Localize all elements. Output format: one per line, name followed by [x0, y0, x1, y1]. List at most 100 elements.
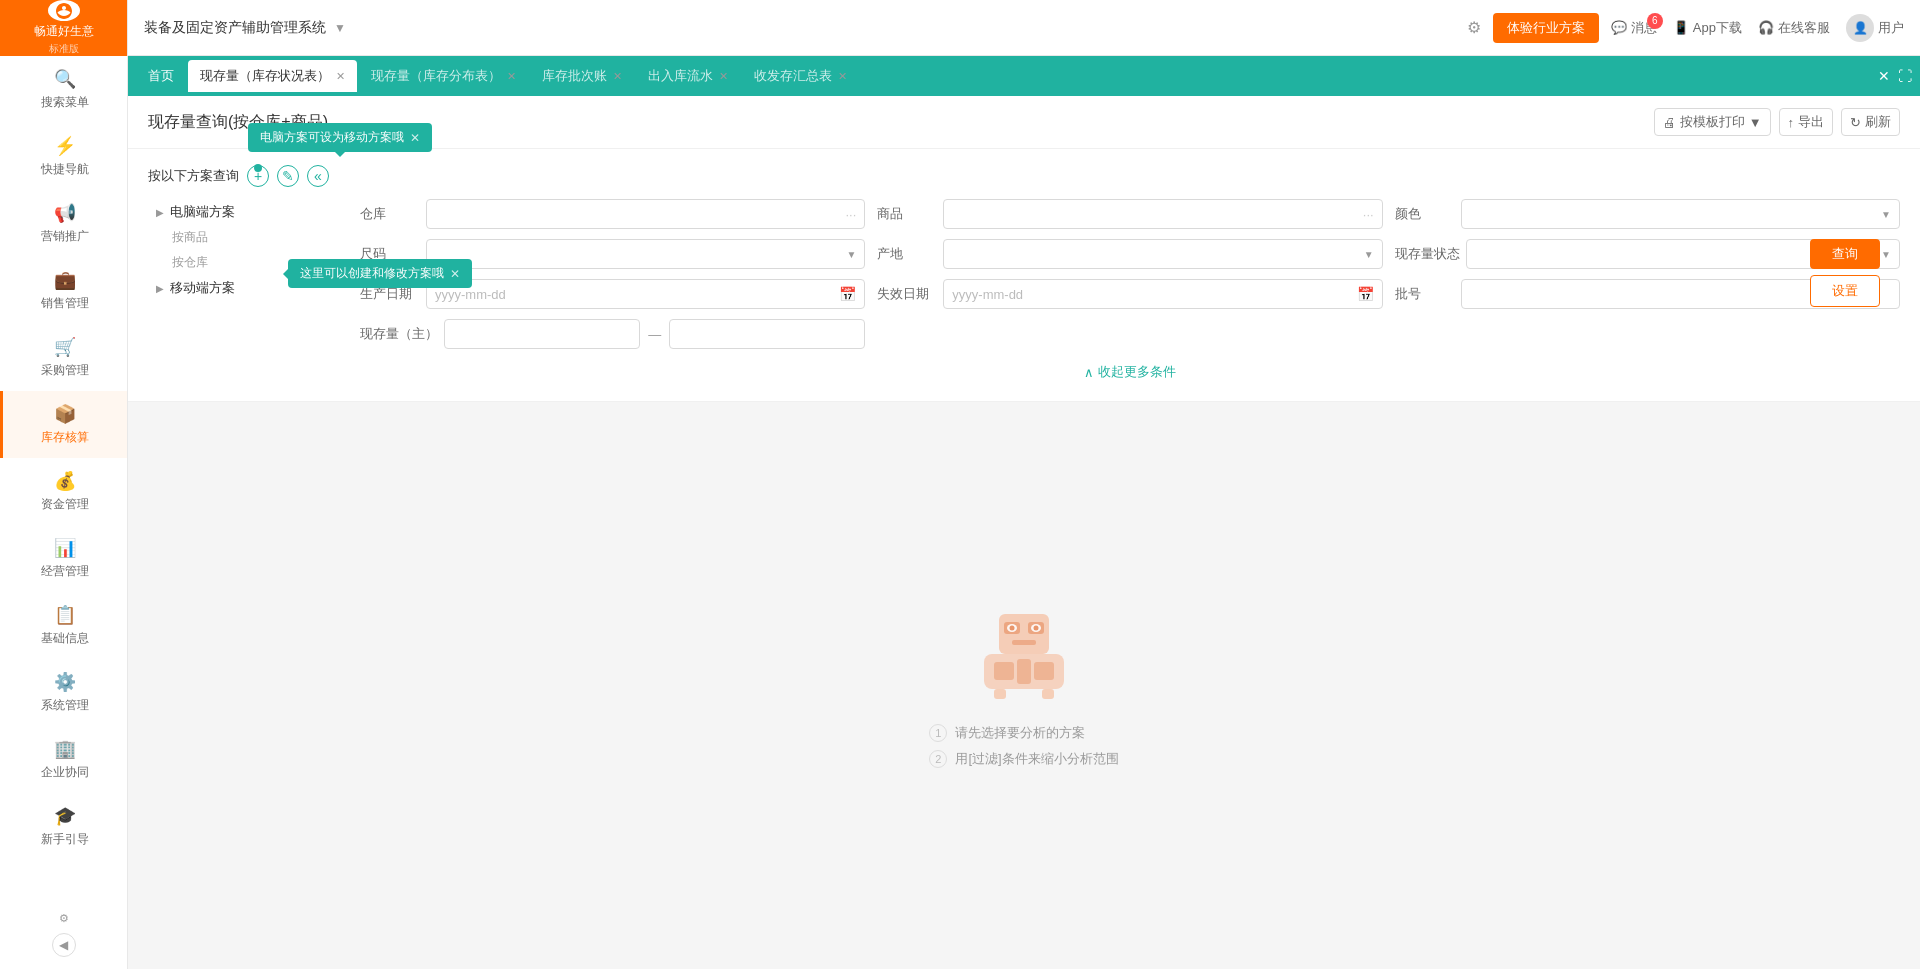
- edit-scheme-btn[interactable]: ✎: [277, 165, 299, 187]
- production-date-calendar-icon: 📅: [839, 286, 856, 302]
- scheme-by-goods[interactable]: 按商品: [164, 225, 328, 250]
- filter-row-3: 生产日期 yyyy-mm-dd 📅 失效日期 yyyy-mm-dd 📅: [360, 279, 1900, 309]
- message-action[interactable]: 💬 消息 6: [1611, 19, 1657, 37]
- origin-chevron: ▼: [1364, 249, 1374, 260]
- logo-text: 畅通好生意: [34, 23, 94, 40]
- basic-icon: 📋: [54, 604, 76, 626]
- warehouse-select[interactable]: ···: [426, 199, 865, 229]
- color-select[interactable]: ▼: [1461, 199, 1900, 229]
- tip-1-text: 请先选择要分析的方案: [955, 724, 1085, 742]
- sidebar-bottom: ⚙ ◀: [0, 900, 127, 969]
- sidebar-item-guide[interactable]: 🎓 新手引导: [0, 793, 127, 860]
- sidebar-item-system[interactable]: ⚙️ 系统管理: [0, 659, 127, 726]
- tab-summary-close[interactable]: ✕: [838, 70, 847, 83]
- goods-select[interactable]: ···: [943, 199, 1382, 229]
- sidebar-item-marketing[interactable]: 📢 营销推广: [0, 190, 127, 257]
- sidebar-item-search[interactable]: 🔍 搜索菜单: [0, 56, 127, 123]
- tooltip-scheme-mobile: 电脑方案可设为移动方案哦 ✕: [248, 123, 432, 152]
- tooltip2-text: 这里可以创建和修改方案哦: [300, 265, 444, 282]
- tab-close-all-icon[interactable]: ✕: [1878, 68, 1890, 84]
- warehouse-more-icon: ···: [845, 207, 856, 222]
- sidebar-item-quicknav-label: 快捷导航: [41, 161, 89, 178]
- tab-home[interactable]: 首页: [136, 67, 186, 85]
- tab-inventory-dist-close[interactable]: ✕: [507, 70, 516, 83]
- stock-main-label: 现存量（主）: [360, 325, 438, 343]
- tree-arrow-mobile: ▶: [156, 283, 164, 294]
- scheme-desktop-label: 电脑端方案: [170, 203, 235, 221]
- filter-row-4: 现存量（主） —: [360, 319, 1900, 349]
- search-btn[interactable]: 查询: [1810, 239, 1880, 269]
- tab-inventory-dist[interactable]: 现存量（库存分布表） ✕: [359, 60, 528, 92]
- app-download-label: App下载: [1693, 19, 1742, 37]
- filter-body: ▶ 电脑端方案 按商品 按仓库 ▶ 移动端方案: [148, 199, 1900, 385]
- goods-more-icon: ···: [1363, 207, 1374, 222]
- expiry-date-label: 失效日期: [877, 285, 937, 303]
- sidebar-item-search-label: 搜索菜单: [41, 94, 89, 111]
- sidebar-item-finance[interactable]: 💰 资金管理: [0, 458, 127, 525]
- sidebar-nav: 🔍 搜索菜单 ⚡ 快捷导航 📢 营销推广 💼 销售管理 🛒 采购管理 📦 库存核…: [0, 56, 127, 900]
- scheme-desktop[interactable]: ▶ 电脑端方案: [148, 199, 328, 225]
- add-scheme-btn[interactable]: +: [247, 165, 269, 187]
- tab-inventory-dist-label: 现存量（库存分布表）: [371, 67, 501, 85]
- size-select[interactable]: ▼: [426, 239, 865, 269]
- tip-num-2: 2: [929, 750, 947, 768]
- collapse-icon: ∧: [1084, 365, 1094, 380]
- more-conditions-btn[interactable]: ∧ 收起更多条件: [1084, 359, 1176, 385]
- dot-indicator: [254, 164, 262, 172]
- experience-btn[interactable]: 体验行业方案: [1493, 13, 1599, 43]
- expiry-date-input[interactable]: yyyy-mm-dd 📅: [943, 279, 1382, 309]
- export-icon: ↑: [1788, 115, 1795, 130]
- print-template-btn[interactable]: 🖨 按模板打印 ▼: [1654, 108, 1771, 136]
- sidebar-item-basic[interactable]: 📋 基础信息: [0, 592, 127, 659]
- filter-color: 颜色 ▼: [1395, 199, 1900, 229]
- sidebar-item-operations[interactable]: 📊 经营管理: [0, 525, 127, 592]
- tab-flow[interactable]: 出入库流水 ✕: [636, 60, 740, 92]
- avatar: 👤: [1846, 14, 1874, 42]
- svg-point-5: [1010, 625, 1015, 630]
- reset-btn[interactable]: 设置: [1810, 275, 1880, 307]
- sidebar-item-quicknav[interactable]: ⚡ 快捷导航: [0, 123, 127, 190]
- tooltip2-close[interactable]: ✕: [450, 267, 460, 281]
- sidebar-item-purchase[interactable]: 🛒 采购管理: [0, 324, 127, 391]
- tab-batch[interactable]: 库存批次账 ✕: [530, 60, 634, 92]
- tooltip1-close[interactable]: ✕: [410, 131, 420, 145]
- tab-inventory-status-close[interactable]: ✕: [336, 70, 345, 83]
- tree-arrow-desktop: ▶: [156, 207, 164, 218]
- more-conditions: ∧ 收起更多条件: [360, 359, 1900, 385]
- tab-summary[interactable]: 收发存汇总表 ✕: [742, 60, 859, 92]
- size-chevron: ▼: [846, 249, 856, 260]
- sidebar-item-enterprise[interactable]: 🏢 企业协同: [0, 726, 127, 793]
- settings-bottom[interactable]: ⚙: [59, 912, 69, 925]
- tab-flow-close[interactable]: ✕: [719, 70, 728, 83]
- range-sep: —: [648, 327, 661, 342]
- tab-inventory-status[interactable]: 现存量（库存状况表） ✕: [188, 60, 357, 92]
- scheme-mobile-label: 移动端方案: [170, 279, 235, 297]
- logo-subtext: 标准版: [49, 42, 79, 56]
- stock-main-min[interactable]: [444, 319, 640, 349]
- tab-fullscreen-icon[interactable]: ⛶: [1898, 68, 1912, 84]
- sidebar-item-inventory[interactable]: 📦 库存核算: [0, 391, 127, 458]
- header-settings-icon[interactable]: ⚙: [1467, 18, 1481, 37]
- filter-origin: 产地 ▼: [877, 239, 1382, 269]
- tab-bar-actions: ✕ ⛶: [1878, 68, 1912, 84]
- sidebar-item-sales[interactable]: 💼 销售管理: [0, 257, 127, 324]
- filter-expiry-date: 失效日期 yyyy-mm-dd 📅: [877, 279, 1382, 309]
- back-scheme-btn[interactable]: «: [307, 165, 329, 187]
- filter-header: 按以下方案查询 + ✎ « 电脑方案可设为移动方案哦 ✕: [148, 165, 1900, 187]
- collapse-sidebar-btn[interactable]: ◀: [52, 933, 76, 957]
- online-service-action[interactable]: 🎧 在线客服: [1758, 19, 1830, 37]
- sidebar-item-inventory-label: 库存核算: [41, 429, 89, 446]
- message-icon: 💬: [1611, 20, 1627, 35]
- message-badge: 6: [1647, 13, 1663, 29]
- refresh-btn[interactable]: ↻ 刷新: [1841, 108, 1900, 136]
- stock-main-max[interactable]: [669, 319, 865, 349]
- production-date-input[interactable]: yyyy-mm-dd 📅: [426, 279, 865, 309]
- app-download-action[interactable]: 📱 App下载: [1673, 19, 1742, 37]
- export-btn[interactable]: ↑ 导出: [1779, 108, 1834, 136]
- tab-batch-close[interactable]: ✕: [613, 70, 622, 83]
- by-goods-label: 按商品: [172, 229, 208, 246]
- tab-flow-label: 出入库流水: [648, 67, 713, 85]
- origin-select[interactable]: ▼: [943, 239, 1382, 269]
- expiry-date-value: yyyy-mm-dd: [952, 287, 1023, 302]
- user-action[interactable]: 👤 用户: [1846, 14, 1904, 42]
